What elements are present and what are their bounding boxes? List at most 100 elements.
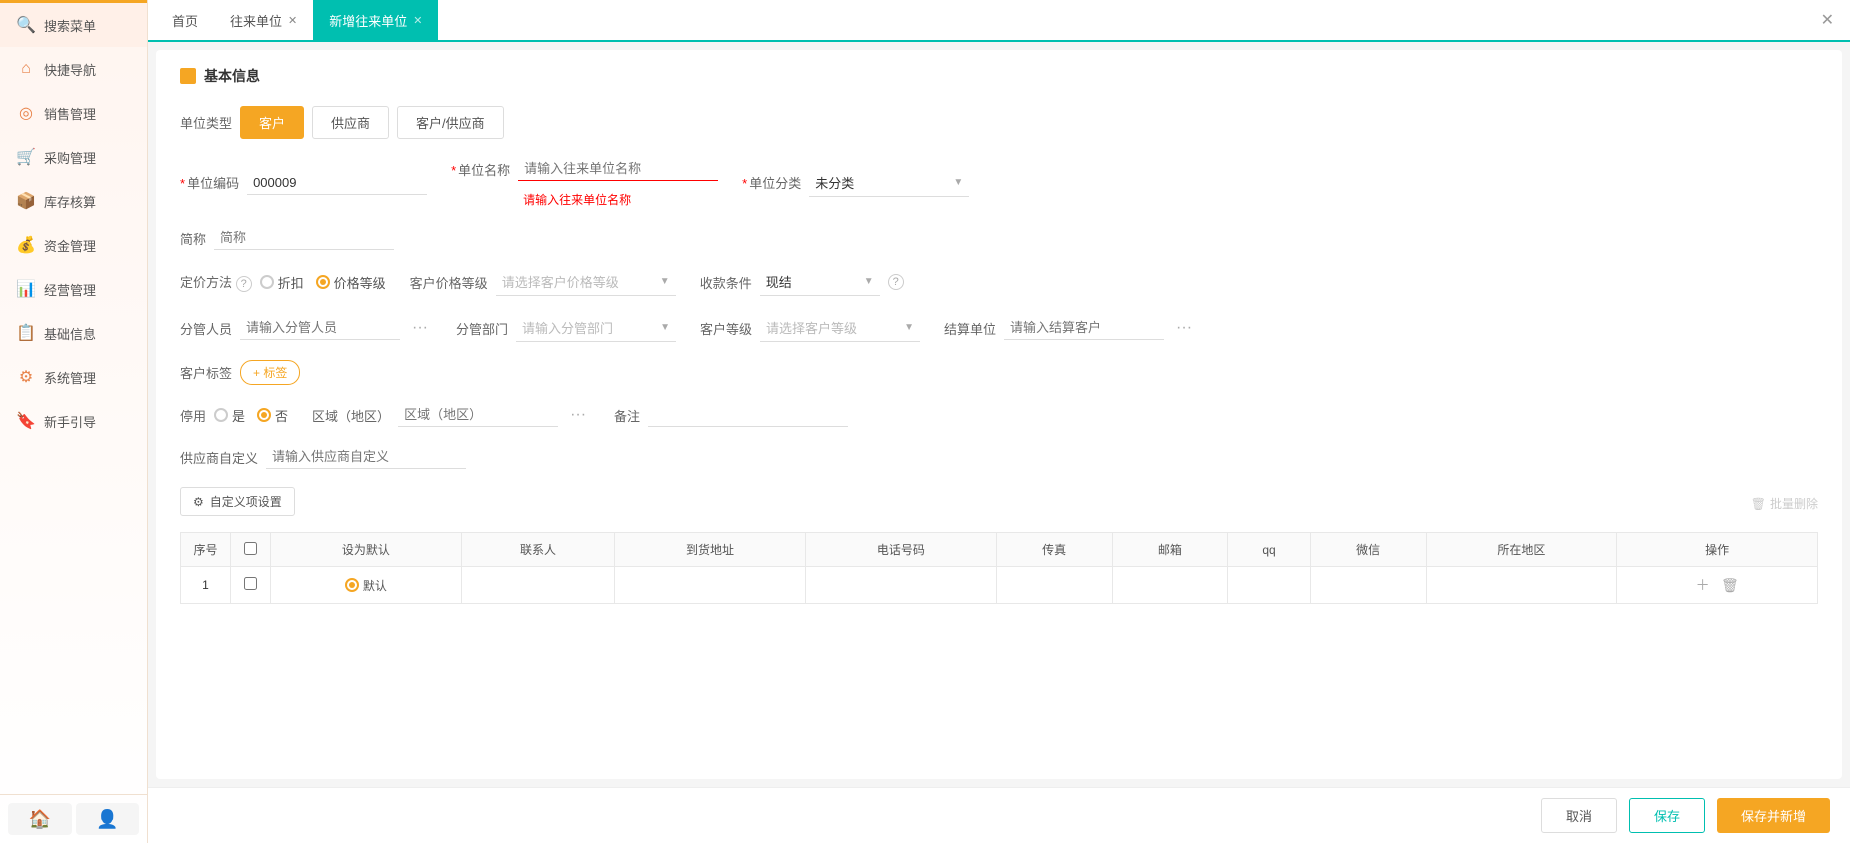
settlement-unit-more-btn[interactable]: ··· — [1172, 319, 1196, 337]
code-name-category-row: *单位编码 *单位名称 请输入往来单位名称 *单位分类 未分类 ▼ — [180, 157, 1818, 208]
unit-name-input[interactable] — [518, 157, 718, 181]
manager-more-btn[interactable]: ··· — [408, 319, 432, 337]
short-name-label: 简称 — [180, 229, 206, 248]
unit-category-select[interactable]: 未分类 ▼ — [809, 169, 969, 197]
sidebar-item-finance[interactable]: 💰 资金管理 — [0, 223, 147, 267]
section-title: 基本信息 — [204, 66, 260, 86]
radio-dot — [349, 582, 355, 588]
sidebar-item-quick-nav[interactable]: ⌂ 快捷导航 — [0, 47, 147, 91]
batch-delete-btn[interactable]: 🗑 批量删除 — [1751, 495, 1818, 512]
disabled-yes-label: 是 — [232, 406, 245, 425]
remark-label: 备注 — [614, 406, 640, 425]
pricing-row: 定价方法 ? 折扣 价格等级 客户价格 — [180, 268, 1818, 296]
radio-dot — [320, 279, 326, 285]
region-label: 区域（地区） — [312, 406, 390, 425]
pricing-grade-radio[interactable]: 价格等级 — [316, 273, 386, 292]
row-contact — [461, 567, 614, 604]
row-delete-btn[interactable]: 🗑 — [1717, 575, 1743, 596]
region-more-btn[interactable]: ··· — [566, 406, 590, 424]
customer-level-label: 客户等级 — [700, 319, 752, 338]
customer-price-level-select[interactable]: 请选择客户价格等级 ▼ — [496, 268, 676, 296]
sidebar: 🔍 搜索菜单 ⌂ 快捷导航 ◎ 销售管理 🛒 采购管理 📦 库存核算 💰 资金管… — [0, 0, 148, 843]
sidebar-item-label: 新手引导 — [44, 412, 96, 431]
row-email — [1112, 567, 1228, 604]
cancel-button[interactable]: 取消 — [1541, 798, 1617, 833]
department-select[interactable]: 请输入分管部门 ▼ — [516, 314, 676, 342]
unit-code-input[interactable] — [247, 171, 427, 195]
payment-terms-select[interactable]: 现结 ▼ — [760, 268, 880, 296]
batch-delete-label: 批量删除 — [1770, 495, 1818, 512]
tab-new-partner-close[interactable]: ✕ — [413, 14, 422, 27]
payment-terms-value: 现结 — [766, 272, 860, 291]
pricing-help-icon[interactable]: ? — [236, 276, 252, 292]
row-default-radio[interactable]: 默认 — [277, 577, 455, 594]
unit-name-group: *单位名称 请输入往来单位名称 — [451, 157, 718, 208]
home-icon: ⌂ — [16, 59, 36, 79]
row-qq — [1228, 567, 1310, 604]
save-new-button[interactable]: 保存并新增 — [1717, 798, 1830, 833]
unit-type-label: 单位类型 — [180, 113, 232, 132]
row-add-btn[interactable]: ＋ — [1692, 573, 1714, 597]
col-default: 设为默认 — [271, 533, 462, 567]
sidebar-item-sales[interactable]: ◎ 销售管理 — [0, 91, 147, 135]
sidebar-item-system[interactable]: ⚙ 系统管理 — [0, 355, 147, 399]
unit-type-row: 单位类型 客户 供应商 客户/供应商 — [180, 106, 1818, 139]
unit-category-value: 未分类 — [815, 173, 949, 192]
sidebar-item-basic-info[interactable]: 📋 基础信息 — [0, 311, 147, 355]
btn-supplier[interactable]: 供应商 — [312, 106, 389, 139]
tab-home[interactable]: 首页 — [156, 0, 214, 41]
customer-tag-label: 客户标签 — [180, 363, 232, 382]
btn-customer[interactable]: 客户 — [240, 106, 304, 139]
payment-terms-help-icon[interactable]: ? — [888, 274, 904, 290]
inventory-icon: 📦 — [16, 191, 36, 211]
sidebar-item-inventory[interactable]: 📦 库存核算 — [0, 179, 147, 223]
btn-customer-supplier[interactable]: 客户/供应商 — [397, 106, 504, 139]
manager-group: 分管人员 ··· — [180, 316, 432, 340]
disabled-yes-radio[interactable]: 是 — [214, 406, 245, 425]
radio-circle-default — [345, 578, 359, 592]
table-header-row: 序号 设为默认 联系人 到货地址 电话号码 传真 邮箱 qq 微信 所在地区 操… — [181, 533, 1818, 567]
customer-level-select[interactable]: 请选择客户等级 ▼ — [760, 314, 920, 342]
window-close-btn[interactable]: ✕ — [1813, 10, 1842, 30]
disabled-row: 停用 是 否 区域（地区） ··· — [180, 403, 1818, 427]
sidebar-bottom-btn-right[interactable]: 👤 — [76, 803, 140, 835]
col-index: 序号 — [181, 533, 231, 567]
settlement-unit-input[interactable] — [1004, 316, 1164, 340]
pricing-discount-radio[interactable]: 折扣 — [260, 273, 304, 292]
tab-partner[interactable]: 往来单位 ✕ — [214, 0, 313, 41]
pricing-method-group: 定价方法 ? 折扣 价格等级 — [180, 272, 386, 292]
pricing-discount-label: 折扣 — [278, 273, 304, 292]
radio-circle-grade — [316, 275, 330, 289]
tab-partner-close[interactable]: ✕ — [288, 14, 297, 27]
short-name-input[interactable] — [214, 226, 394, 250]
settlement-unit-group: 结算单位 ··· — [944, 316, 1196, 340]
custom-settings-button[interactable]: ⚙ 自定义项设置 — [180, 487, 295, 516]
save-button[interactable]: 保存 — [1629, 798, 1705, 833]
row-default-label: 默认 — [363, 577, 387, 594]
unit-name-label: *单位名称 — [451, 160, 510, 179]
manager-input[interactable] — [240, 316, 400, 340]
disabled-no-radio[interactable]: 否 — [257, 406, 288, 425]
col-fax: 传真 — [996, 533, 1112, 567]
add-tag-button[interactable]: + 标签 — [240, 360, 300, 385]
sidebar-item-guide[interactable]: 🔖 新手引导 — [0, 399, 147, 443]
sidebar-item-operations[interactable]: 📊 经营管理 — [0, 267, 147, 311]
sidebar-item-label: 销售管理 — [44, 104, 96, 123]
unit-type-group: 单位类型 客户 供应商 客户/供应商 — [180, 106, 504, 139]
sidebar-item-purchase[interactable]: 🛒 采购管理 — [0, 135, 147, 179]
pricing-method-label: 定价方法 ? — [180, 272, 252, 292]
supplier-custom-input[interactable] — [266, 445, 466, 469]
select-all-checkbox[interactable] — [244, 542, 257, 555]
row-select-checkbox[interactable] — [244, 577, 257, 590]
sidebar-item-search[interactable]: 🔍 搜索菜单 — [0, 3, 147, 47]
region-input[interactable] — [398, 403, 558, 427]
main-area: 首页 往来单位 ✕ 新增往来单位 ✕ ✕ 基本信息 单位类型 客户 供应商 客户… — [148, 0, 1850, 843]
col-qq: qq — [1228, 533, 1310, 567]
sidebar-item-label: 资金管理 — [44, 236, 96, 255]
sidebar-item-label: 快捷导航 — [44, 60, 96, 79]
sidebar-bottom-btn-left[interactable]: 🏠 — [8, 803, 72, 835]
tab-new-partner[interactable]: 新增往来单位 ✕ — [313, 0, 438, 41]
remark-input[interactable] — [648, 403, 848, 427]
tab-label: 首页 — [172, 11, 198, 30]
chevron-down-icon: ▼ — [660, 276, 670, 287]
